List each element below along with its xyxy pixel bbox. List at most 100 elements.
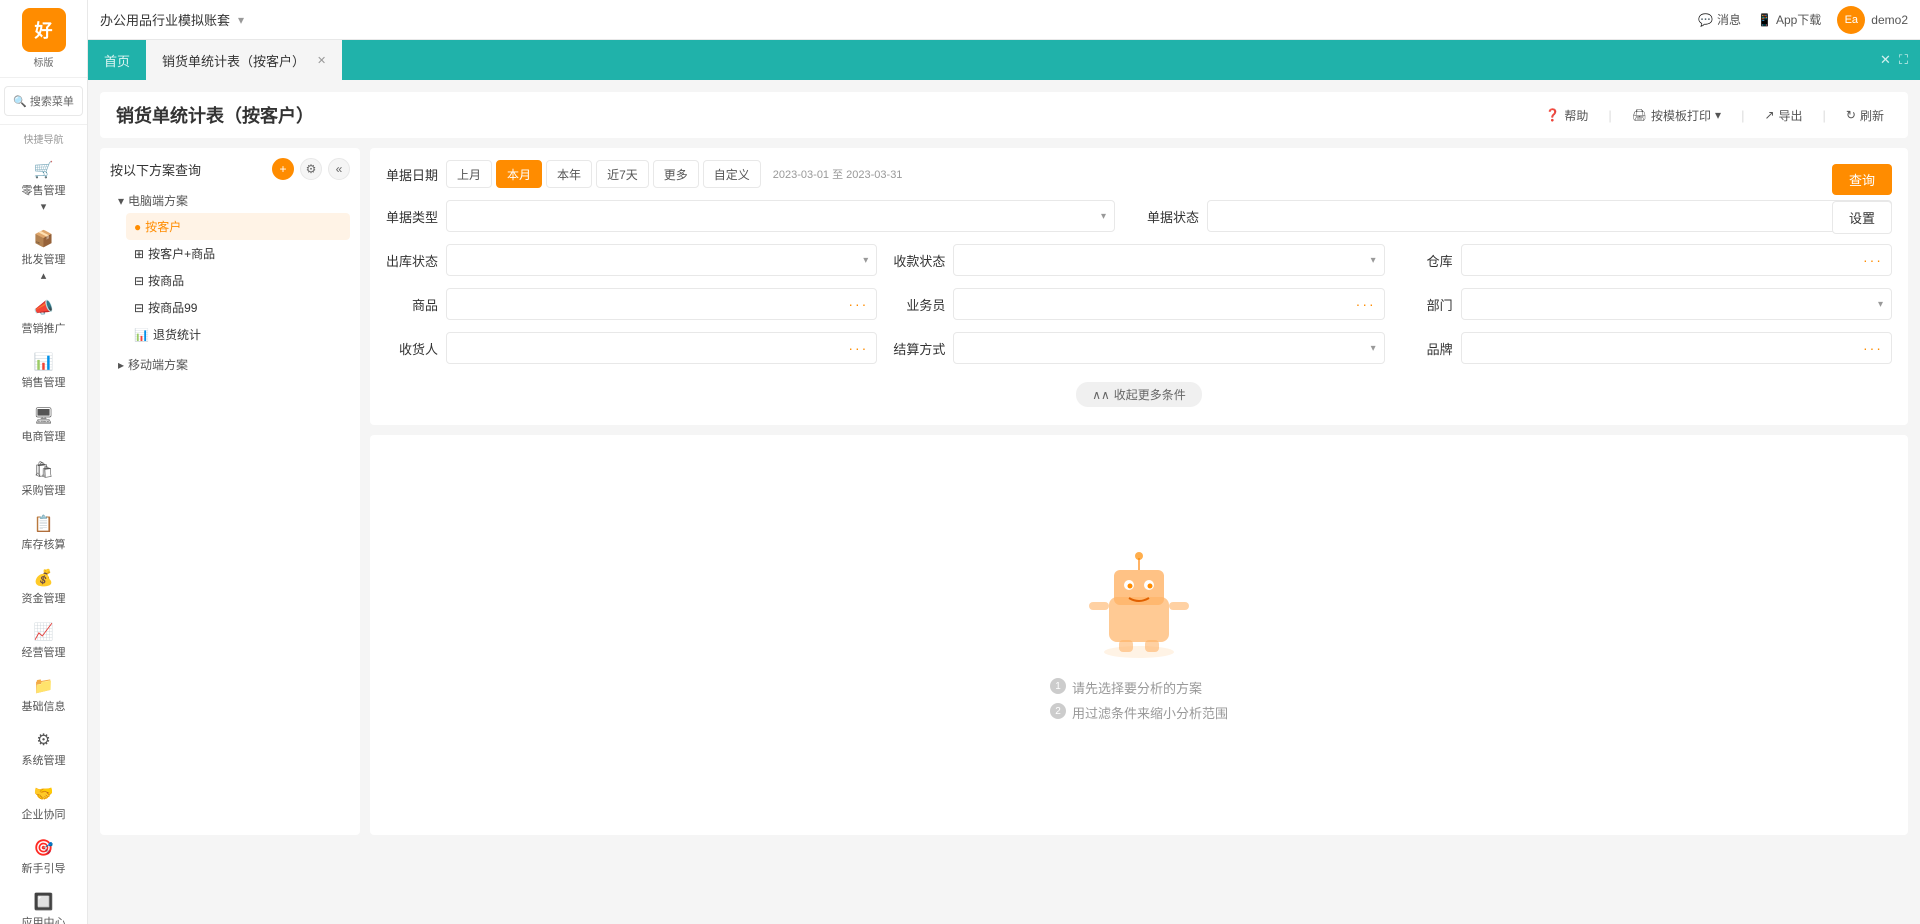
tree-item-goods-99[interactable]: ⊟ 按商品99 bbox=[126, 294, 350, 321]
doc-status-filter: 单据状态 ▾ bbox=[1147, 200, 1892, 232]
marketing-icon: 📣 bbox=[34, 298, 54, 318]
goods-dots-icon: ··· bbox=[848, 296, 868, 312]
export-button[interactable]: ↗ 导出 bbox=[1756, 103, 1810, 128]
empty-tip-1: 1 请先选择要分析的方案 bbox=[1050, 678, 1228, 697]
settings-scheme-button[interactable]: ⚙ bbox=[300, 158, 322, 180]
app-logo[interactable]: 好 标版 bbox=[0, 0, 87, 78]
warehouse-input[interactable]: ··· bbox=[1461, 244, 1892, 276]
query-buttons-area: 查询 设置 bbox=[1832, 164, 1892, 234]
recipient-input[interactable]: ··· bbox=[446, 332, 877, 364]
sidebar-item-inventory[interactable]: 📋 库存核算 bbox=[0, 506, 87, 560]
collapse-row: ∧∧ 收起更多条件 bbox=[386, 376, 1892, 413]
doc-type-input[interactable]: ▾ bbox=[446, 200, 1115, 232]
doc-status-label: 单据状态 bbox=[1147, 207, 1199, 226]
help-button[interactable]: ❓ 帮助 bbox=[1537, 103, 1596, 128]
tree-item-by-goods[interactable]: ⊟ 按商品 bbox=[126, 267, 350, 294]
sidebar-item-system[interactable]: ⚙ 系统管理 bbox=[0, 722, 87, 776]
tab-sales-stats-label: 销货单统计表（按客户） bbox=[162, 51, 305, 70]
brand-input[interactable]: ··· bbox=[1461, 332, 1892, 364]
date-btn-more[interactable]: 更多 bbox=[653, 160, 699, 188]
sidebar-item-collab[interactable]: 🤝 企业协同 bbox=[0, 776, 87, 830]
date-btn-last-month[interactable]: 上月 bbox=[446, 160, 492, 188]
filter-section: 查询 设置 单据日期 上月 本月 本年 近7天 更多 自定义 bbox=[370, 148, 1908, 425]
user-menu[interactable]: Ea demo2 bbox=[1837, 6, 1908, 34]
date-btn-this-year[interactable]: 本年 bbox=[546, 160, 592, 188]
by-goods-label: 按商品 bbox=[148, 272, 184, 289]
tree-mobile-label: 移动端方案 bbox=[128, 356, 188, 373]
sidebar-item-finance[interactable]: 💰 资金管理 bbox=[0, 560, 87, 614]
tab-home[interactable]: 首页 bbox=[88, 40, 146, 80]
page-title: 销货单统计表（按客户） bbox=[116, 102, 314, 128]
goods-input[interactable]: ··· bbox=[446, 288, 877, 320]
doc-type-label: 单据类型 bbox=[386, 207, 438, 226]
sidebar-item-basic-info[interactable]: 📁 基础信息 bbox=[0, 668, 87, 722]
out-status-input[interactable]: ▾ bbox=[446, 244, 877, 276]
query-button[interactable]: 查询 bbox=[1832, 164, 1892, 195]
message-button[interactable]: 💬 消息 bbox=[1698, 11, 1741, 28]
user-name: demo2 bbox=[1871, 13, 1908, 27]
filter-row-5: 收货人 ··· 结算方式 ▾ bbox=[386, 332, 1892, 364]
sidebar-item-sales[interactable]: 📊 销售管理 bbox=[0, 344, 87, 398]
settlement-input[interactable]: ▾ bbox=[953, 332, 1384, 364]
doc-status-input[interactable]: ▾ bbox=[1207, 200, 1892, 232]
date-btn-this-month[interactable]: 本月 bbox=[496, 160, 542, 188]
brand-label: 品牌 bbox=[1401, 339, 1453, 358]
tab-close-button[interactable]: ✕ bbox=[317, 54, 326, 67]
system-icon: ⚙ bbox=[36, 730, 50, 750]
department-input[interactable]: ▾ bbox=[1461, 288, 1892, 320]
sidebar-item-guide[interactable]: 🎯 新手引导 bbox=[0, 830, 87, 884]
tree-mobile-expand: ▸ bbox=[118, 358, 124, 372]
tree-item-by-customer[interactable]: ● 按客户 bbox=[126, 213, 350, 240]
sidebar-item-wholesale[interactable]: 📦 批发管理 ▴ bbox=[0, 221, 87, 290]
app-download-icon: 📱 bbox=[1757, 13, 1772, 27]
message-icon: 💬 bbox=[1698, 13, 1713, 27]
receipt-status-arrow-icon: ▾ bbox=[1371, 255, 1376, 266]
filter-row-4: 商品 ··· 业务员 ··· bbox=[386, 288, 1892, 320]
tree-desktop-expand: ▾ bbox=[118, 194, 124, 208]
tree-desktop-header[interactable]: ▾ 电脑端方案 bbox=[110, 188, 350, 213]
sidebar-item-ecommerce[interactable]: 🖥 电商管理 bbox=[0, 398, 87, 452]
search-menu-button[interactable]: 🔍 搜索菜单 bbox=[4, 86, 83, 116]
brand-dots-icon: ··· bbox=[1863, 340, 1883, 356]
salesperson-input[interactable]: ··· bbox=[953, 288, 1384, 320]
recipient-filter: 收货人 ··· bbox=[386, 332, 877, 364]
sidebar-item-marketing[interactable]: 📣 营销推广 bbox=[0, 290, 87, 344]
refresh-button[interactable]: ↻ 刷新 bbox=[1838, 103, 1892, 128]
filter-row-2: 单据类型 ▾ 单据状态 ▾ bbox=[386, 200, 1892, 232]
department-filter: 部门 ▾ bbox=[1401, 288, 1892, 320]
settlement-filter: 结算方式 ▾ bbox=[893, 332, 1384, 364]
salesperson-filter: 业务员 ··· bbox=[893, 288, 1384, 320]
app-download-button[interactable]: 📱 App下载 bbox=[1757, 11, 1821, 28]
print-template-button[interactable]: 🖨 按模板打印 ▾ bbox=[1624, 103, 1729, 128]
sidebar-item-operations[interactable]: 📈 经营管理 bbox=[0, 614, 87, 668]
date-btn-7days[interactable]: 近7天 bbox=[596, 160, 649, 188]
collapse-button[interactable]: ∧∧ 收起更多条件 bbox=[1076, 382, 1202, 407]
tree-item-return-stats[interactable]: 📊 退货统计 bbox=[126, 321, 350, 348]
sidebar-item-apps[interactable]: 🔲 应用中心 bbox=[0, 884, 87, 924]
settings-button[interactable]: 设置 bbox=[1832, 201, 1892, 234]
page-content: 销货单统计表（按客户） ❓ 帮助 | 🖨 按模板打印 ▾ | ↗ 导出 | bbox=[88, 80, 1920, 924]
tree-desktop-label: 电脑端方案 bbox=[128, 192, 188, 209]
collapse-panel-button[interactable]: « bbox=[328, 158, 350, 180]
sidebar-item-purchase[interactable]: 🛍 采购管理 bbox=[0, 452, 87, 506]
maximize-icon[interactable]: ⛶ bbox=[1899, 52, 1908, 68]
topbar-right: 💬 消息 📱 App下载 Ea demo2 bbox=[1698, 6, 1908, 34]
tab-sales-stats[interactable]: 销货单统计表（按客户） ✕ bbox=[146, 40, 342, 80]
receipt-status-input[interactable]: ▾ bbox=[953, 244, 1384, 276]
logo-icon: 好 bbox=[22, 8, 66, 52]
empty-illustration bbox=[1079, 542, 1199, 662]
date-btn-custom[interactable]: 自定义 bbox=[703, 160, 761, 188]
filter-row-3: 出库状态 ▾ 收款状态 ▾ bbox=[386, 244, 1892, 276]
sales-icon: 📊 bbox=[34, 352, 54, 372]
tree-mobile-header[interactable]: ▸ 移动端方案 bbox=[110, 352, 350, 377]
export-label: 导出 bbox=[1779, 107, 1803, 124]
apps-icon: 🔲 bbox=[34, 892, 54, 912]
close-window-icon[interactable]: ✕ bbox=[1880, 52, 1891, 68]
logo-subtitle: 标版 bbox=[34, 54, 54, 69]
sidebar-item-retail[interactable]: 🛒 零售管理 ▾ bbox=[0, 152, 87, 221]
tip-num-2: 2 bbox=[1050, 703, 1066, 719]
add-scheme-button[interactable]: + bbox=[272, 158, 294, 180]
industry-dropdown-icon[interactable]: ▾ bbox=[238, 13, 244, 27]
retail-icon: 🛒 bbox=[34, 160, 54, 180]
tree-item-customer-goods[interactable]: ⊞ 按客户+商品 bbox=[126, 240, 350, 267]
